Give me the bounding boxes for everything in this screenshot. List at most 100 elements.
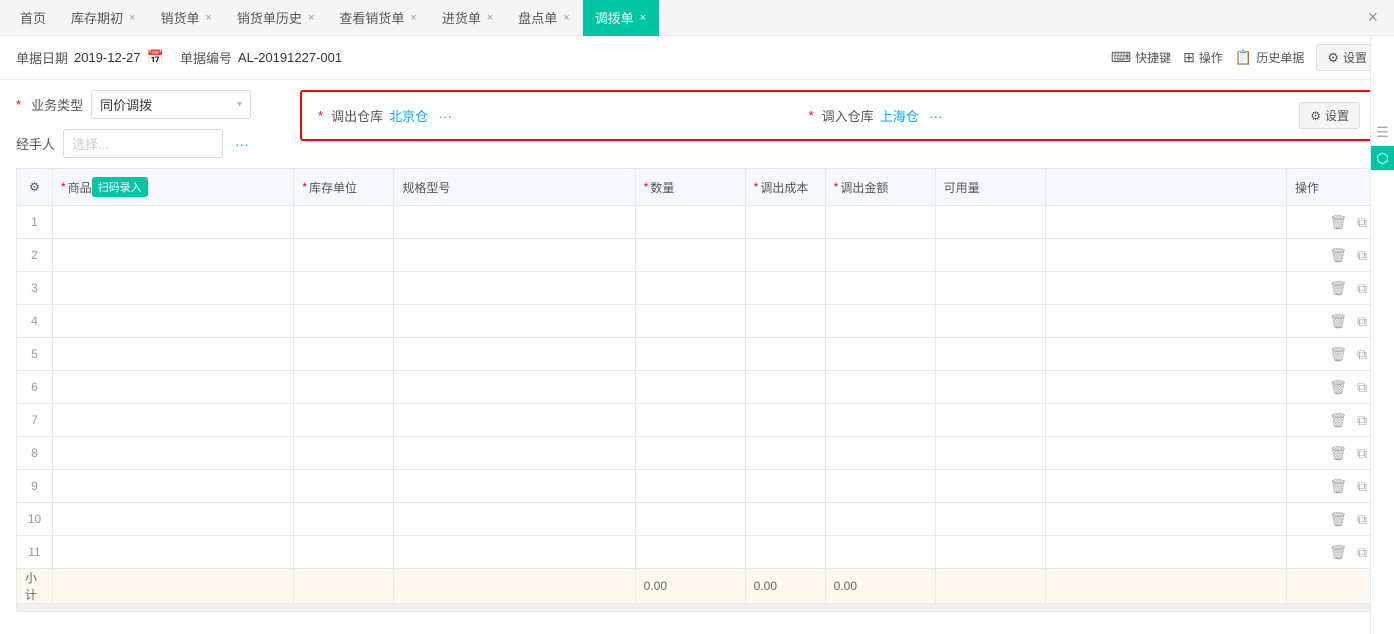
row-2-product[interactable] (53, 239, 294, 271)
row-9-cost[interactable] (746, 470, 826, 502)
handler-select[interactable]: 选择... (63, 129, 223, 158)
row-6-amount[interactable] (826, 371, 936, 403)
row-3-unit[interactable] (294, 272, 394, 304)
row-7-delete-icon[interactable]: 🗑 (1327, 410, 1349, 431)
row-3-spec[interactable] (394, 272, 635, 304)
row-3-delete-icon[interactable]: 🗑 (1327, 278, 1349, 299)
row-10-unit[interactable] (294, 503, 394, 535)
tab-inventory-check[interactable]: 盘点单 × (506, 0, 582, 36)
right-list-icon[interactable]: ☰ (1371, 120, 1394, 144)
row-4-qty[interactable] (636, 305, 746, 337)
horizontal-scrollbar[interactable] (16, 604, 1378, 612)
row-4-cost[interactable] (746, 305, 826, 337)
row-5-amount[interactable] (826, 338, 936, 370)
row-4-amount[interactable] (826, 305, 936, 337)
row-7-qty[interactable] (636, 404, 746, 436)
row-7-product[interactable] (53, 404, 294, 436)
row-5-product[interactable] (53, 338, 294, 370)
row-9-spec[interactable] (394, 470, 635, 502)
row-6-copy-icon[interactable]: ⧉ (1355, 377, 1369, 398)
row-6-qty[interactable] (636, 371, 746, 403)
row-1-qty[interactable] (636, 206, 746, 238)
row-11-cost[interactable] (746, 536, 826, 568)
row-6-product[interactable] (53, 371, 294, 403)
row-8-product[interactable] (53, 437, 294, 469)
operations-button[interactable]: ⊞ 操作 (1183, 49, 1223, 66)
handler-more-dots[interactable]: ··· (235, 136, 249, 152)
row-7-unit[interactable] (294, 404, 394, 436)
row-2-amount[interactable] (826, 239, 936, 271)
row-6-delete-icon[interactable]: 🗑 (1327, 377, 1349, 398)
row-2-avail[interactable] (936, 239, 1046, 271)
tab-inventory-init-close[interactable]: × (129, 12, 135, 24)
row-3-product[interactable] (53, 272, 294, 304)
row-8-cost[interactable] (746, 437, 826, 469)
shortcuts-button[interactable]: ⌨ 快捷键 (1111, 49, 1171, 66)
row-2-copy-icon[interactable]: ⧉ (1355, 245, 1369, 266)
out-warehouse-more-dots[interactable]: ··· (438, 108, 452, 124)
row-1-copy-icon[interactable]: ⧉ (1355, 212, 1369, 233)
row-2-qty[interactable] (636, 239, 746, 271)
row-4-avail[interactable] (936, 305, 1046, 337)
row-2-delete-icon[interactable]: 🗑 (1327, 245, 1349, 266)
row-7-amount[interactable] (826, 404, 936, 436)
row-10-product[interactable] (53, 503, 294, 535)
row-5-qty[interactable] (636, 338, 746, 370)
in-warehouse-value[interactable]: 上海仓 (880, 106, 919, 125)
warehouse-settings-button[interactable]: ⚙ 设置 (1299, 102, 1360, 129)
row-11-unit[interactable] (294, 536, 394, 568)
row-8-spec[interactable] (394, 437, 635, 469)
row-6-unit[interactable] (294, 371, 394, 403)
tab-view-sales[interactable]: 查看销货单 × (327, 0, 429, 36)
row-4-unit[interactable] (294, 305, 394, 337)
row-9-avail[interactable] (936, 470, 1046, 502)
calendar-icon[interactable]: 📅 (147, 49, 164, 66)
row-10-avail[interactable] (936, 503, 1046, 535)
row-9-amount[interactable] (826, 470, 936, 502)
tab-sales-order-close[interactable]: × (205, 12, 211, 24)
row-5-unit[interactable] (294, 338, 394, 370)
row-5-cost[interactable] (746, 338, 826, 370)
out-warehouse-value[interactable]: 北京仓 (389, 106, 428, 125)
business-type-select[interactable]: 同价调拨 ▾ (91, 90, 251, 119)
row-10-copy-icon[interactable]: ⧉ (1355, 509, 1369, 530)
row-1-avail[interactable] (936, 206, 1046, 238)
row-2-spec[interactable] (394, 239, 635, 271)
row-8-amount[interactable] (826, 437, 936, 469)
row-1-cost[interactable] (746, 206, 826, 238)
row-10-delete-icon[interactable]: 🗑 (1327, 509, 1349, 530)
row-5-spec[interactable] (394, 338, 635, 370)
tab-inventory-check-close[interactable]: × (563, 12, 569, 24)
row-7-avail[interactable] (936, 404, 1046, 436)
row-9-copy-icon[interactable]: ⧉ (1355, 476, 1369, 497)
row-11-avail[interactable] (936, 536, 1046, 568)
row-10-amount[interactable] (826, 503, 936, 535)
row-9-unit[interactable] (294, 470, 394, 502)
row-8-avail[interactable] (936, 437, 1046, 469)
tab-sales-order[interactable]: 销货单 × (148, 0, 224, 36)
right-external-icon[interactable]: ⬡ (1371, 146, 1394, 170)
row-5-delete-icon[interactable]: 🗑 (1327, 344, 1349, 365)
row-8-delete-icon[interactable]: 🗑 (1327, 443, 1349, 464)
row-6-spec[interactable] (394, 371, 635, 403)
row-10-cost[interactable] (746, 503, 826, 535)
row-9-delete-icon[interactable]: 🗑 (1327, 476, 1349, 497)
tab-bar-close-button[interactable]: × (1359, 7, 1386, 28)
row-10-qty[interactable] (636, 503, 746, 535)
row-6-avail[interactable] (936, 371, 1046, 403)
row-8-unit[interactable] (294, 437, 394, 469)
tab-inventory-init[interactable]: 库存期初 × (59, 0, 148, 36)
in-warehouse-more-dots[interactable]: ··· (929, 108, 943, 124)
tab-view-sales-close[interactable]: × (410, 12, 416, 24)
row-3-avail[interactable] (936, 272, 1046, 304)
tab-transfer-close[interactable]: × (640, 12, 646, 24)
settings-button[interactable]: ⚙ 设置 (1316, 44, 1378, 71)
row-11-delete-icon[interactable]: 🗑 (1327, 542, 1349, 563)
history-button[interactable]: 📋 历史单据 (1235, 49, 1304, 66)
row-4-delete-icon[interactable]: 🗑 (1327, 311, 1349, 332)
row-4-spec[interactable] (394, 305, 635, 337)
row-1-delete-icon[interactable]: 🗑 (1327, 212, 1349, 233)
row-7-spec[interactable] (394, 404, 635, 436)
row-9-qty[interactable] (636, 470, 746, 502)
row-11-product[interactable] (53, 536, 294, 568)
